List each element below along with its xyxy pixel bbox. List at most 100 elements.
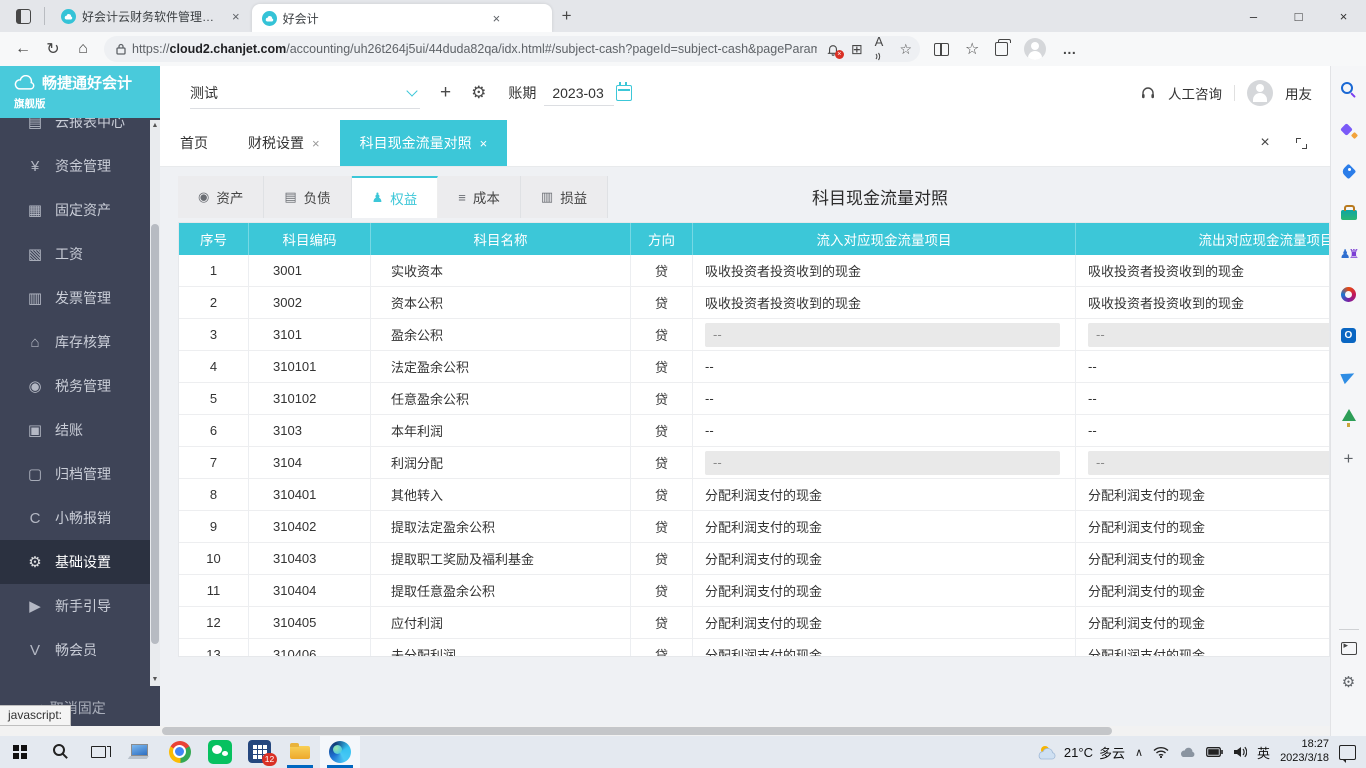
account-settings-icon[interactable]: ⚙	[471, 83, 486, 103]
explorer-app-icon[interactable]	[280, 736, 320, 768]
more-menu-icon[interactable]: …	[1062, 41, 1076, 57]
cell-inflow[interactable]: 分配利润支付的现金	[693, 511, 1076, 542]
tab-subject-cash-active[interactable]: 科目现金流量对照 ×	[339, 120, 508, 166]
copilot-icon[interactable]	[1340, 122, 1358, 140]
horizontal-scrollbar[interactable]	[0, 726, 1330, 736]
sidebar-item-payroll[interactable]: ▧ 工资	[0, 232, 150, 276]
sidebar-item-invoice[interactable]: ▥ 发票管理	[0, 276, 150, 320]
tab-home[interactable]: 首页	[160, 120, 228, 166]
tab-close-icon[interactable]: ×	[491, 11, 503, 26]
cell-outflow[interactable]: --	[1076, 319, 1329, 350]
chrome-app-icon[interactable]	[160, 736, 200, 768]
scroll-down-icon[interactable]: ▼	[152, 674, 159, 686]
favorite-add-icon[interactable]: ☆	[899, 41, 912, 58]
back-button[interactable]: ←	[8, 40, 38, 58]
office-icon[interactable]	[1340, 286, 1358, 304]
fullscreen-button[interactable]	[1286, 128, 1316, 158]
shopping-icon[interactable]	[1340, 163, 1358, 181]
sidebar-item-tax[interactable]: ◉ 税务管理	[0, 364, 150, 408]
sidebar-item-inventory[interactable]: ⌂ 库存核算	[0, 320, 150, 364]
cell-outflow[interactable]: --	[1076, 351, 1329, 382]
browser-tab-2-active[interactable]: 好会计 ×	[251, 4, 552, 32]
cell-outflow[interactable]: 吸收投资者投资收到的现金	[1076, 287, 1329, 318]
favorites-icon[interactable]: ☆	[965, 39, 979, 59]
games-icon[interactable]: ♟ ♜	[1340, 245, 1359, 263]
add-account-button[interactable]: +	[440, 82, 451, 104]
address-bar[interactable]: https://cloud2.chanjet.com/accounting/uh…	[104, 34, 920, 62]
table-row[interactable]: 3 3101 盈余公积贷 -- --	[179, 319, 1329, 351]
sidebar-item-funds[interactable]: ¥ 资金管理	[0, 144, 150, 188]
refresh-button[interactable]: ↻	[38, 39, 68, 59]
tab-close-icon[interactable]: ×	[312, 136, 320, 151]
cell-outflow[interactable]: 分配利润支付的现金	[1076, 575, 1329, 606]
hidden-icons-chevron[interactable]: ∧	[1135, 746, 1143, 759]
clock[interactable]: 18:27 2023/3/18	[1280, 738, 1329, 766]
cell-outflow[interactable]: 分配利润支付的现金	[1076, 479, 1329, 510]
cell-outflow[interactable]: --	[1076, 383, 1329, 414]
cell-inflow[interactable]: --	[693, 415, 1076, 446]
cell-inflow[interactable]: 分配利润支付的现金	[693, 639, 1076, 656]
scrollbar-thumb[interactable]	[151, 224, 159, 644]
wechat-app-icon[interactable]	[200, 736, 240, 768]
weather-widget[interactable]: 21°C 多云	[1036, 743, 1125, 762]
cell-outflow[interactable]: --	[1076, 415, 1329, 446]
page-tools-icon[interactable]: ⊞	[851, 41, 863, 58]
subtab-assets[interactable]: ◉ 资产	[178, 176, 265, 218]
taskbar-search-icon[interactable]	[40, 736, 80, 768]
notification-center-icon[interactable]	[1339, 744, 1356, 763]
sidebar-item-cloud-report-center[interactable]: ▤ 云报表中心	[0, 118, 150, 144]
collections-icon[interactable]	[995, 39, 1012, 56]
scroll-up-icon[interactable]: ▲	[152, 120, 159, 132]
volume-icon[interactable]	[1233, 746, 1248, 758]
table-row[interactable]: 5 310102 任意盈余公积贷 -- --	[179, 383, 1329, 415]
cell-inflow[interactable]: 吸收投资者投资收到的现金	[693, 255, 1076, 286]
cell-inflow[interactable]: 吸收投资者投资收到的现金	[693, 287, 1076, 318]
hide-sidebar-icon[interactable]	[1340, 640, 1357, 655]
subtab-equity[interactable]: ♟ 权益	[351, 176, 439, 218]
support-link[interactable]: 人工咨询	[1168, 83, 1222, 103]
close-all-tabs-button[interactable]: ×	[1250, 128, 1280, 158]
cell-inflow[interactable]: 分配利润支付的现金	[693, 575, 1076, 606]
cell-outflow[interactable]: 分配利润支付的现金	[1076, 639, 1329, 656]
task-view-button[interactable]	[80, 736, 120, 768]
subtab-liabilities[interactable]: ▤ 负债	[264, 176, 352, 218]
edge-settings-icon[interactable]: ⚙	[1340, 673, 1358, 691]
cell-inflow[interactable]: 分配利润支付的现金	[693, 479, 1076, 510]
ime-indicator[interactable]: 英	[1257, 743, 1270, 762]
edge-app-icon[interactable]	[320, 736, 360, 768]
sidebar-item-reimburse[interactable]: C 小畅报销	[0, 496, 150, 540]
subtab-profit-loss[interactable]: ▥ 损益	[520, 176, 609, 218]
cell-inflow[interactable]: --	[693, 319, 1076, 350]
tab-tax-settings[interactable]: 财税设置 ×	[228, 120, 340, 166]
tools-icon[interactable]	[1340, 204, 1358, 222]
table-row[interactable]: 11 310404 提取任意盈余公积贷分配利润支付的现金 分配利润支付的现金	[179, 575, 1329, 607]
table-row[interactable]: 8 310401 其他转入贷分配利润支付的现金 分配利润支付的现金	[179, 479, 1329, 511]
sidebar-item-archive[interactable]: ▢ 归档管理	[0, 452, 150, 496]
home-button[interactable]: ⌂	[68, 40, 98, 58]
sidebar-item-closing[interactable]: ▣ 结账	[0, 408, 150, 452]
table-row[interactable]: 10 310403 提取职工奖励及福利基金贷分配利润支付的现金 分配利润支付的现金	[179, 543, 1329, 575]
vertical-tabs-button[interactable]	[8, 4, 38, 28]
user-name[interactable]: 用友	[1285, 83, 1312, 103]
cell-outflow[interactable]: --	[1076, 447, 1329, 478]
sidebar-add-icon[interactable]: +	[1340, 449, 1358, 468]
onedrive-icon[interactable]	[1179, 747, 1196, 758]
cell-outflow[interactable]: 分配利润支付的现金	[1076, 607, 1329, 638]
table-row[interactable]: 4 310101 法定盈余公积贷 -- --	[179, 351, 1329, 383]
notifications-blocked-icon[interactable]: ×	[827, 43, 844, 59]
sidebar-item-member[interactable]: V 畅会员	[0, 628, 150, 672]
table-row[interactable]: 1 3001 实收资本贷吸收投资者投资收到的现金 吸收投资者投资收到的现金	[179, 255, 1329, 287]
pc-app-icon[interactable]	[120, 736, 160, 768]
cell-outflow[interactable]: 分配利润支付的现金	[1076, 511, 1329, 542]
sidebar-item-fixed-assets[interactable]: ▦ 固定资产	[0, 188, 150, 232]
table-row[interactable]: 6 3103 本年利润贷 -- --	[179, 415, 1329, 447]
close-button[interactable]: ×	[1321, 0, 1366, 32]
start-button[interactable]	[0, 736, 40, 768]
table-row[interactable]: 7 3104 利润分配贷 -- --	[179, 447, 1329, 479]
battery-icon[interactable]	[1206, 747, 1223, 757]
cell-inflow[interactable]: --	[693, 351, 1076, 382]
table-row[interactable]: 9 310402 提取法定盈余公积贷分配利润支付的现金 分配利润支付的现金	[179, 511, 1329, 543]
tree-icon[interactable]	[1340, 409, 1358, 427]
tab-close-icon[interactable]: ×	[230, 9, 242, 24]
scrollbar-thumb[interactable]	[162, 727, 1112, 735]
